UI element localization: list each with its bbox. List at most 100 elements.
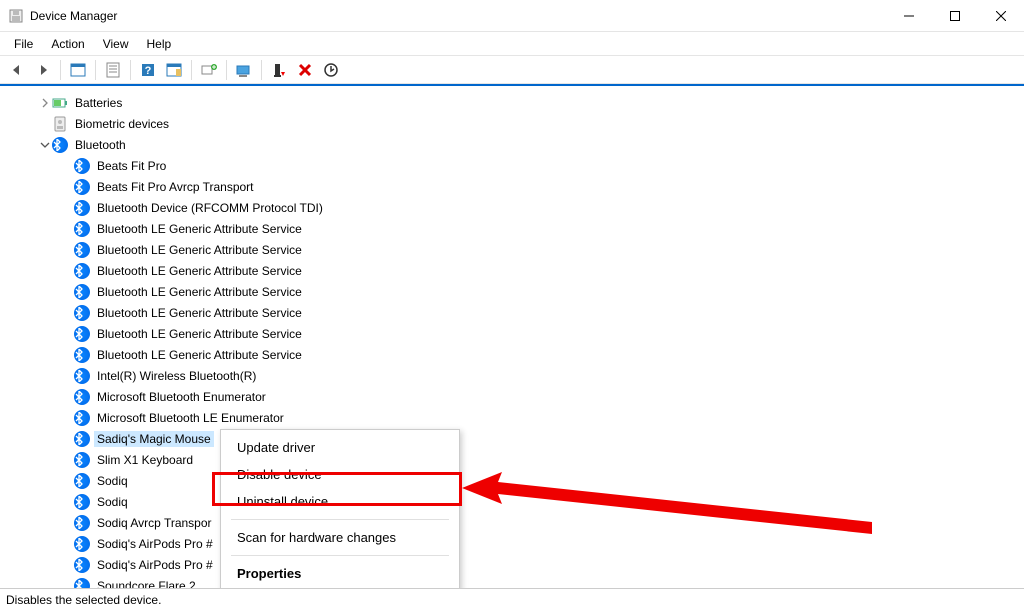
minimize-button[interactable]: [886, 0, 932, 32]
tree-device[interactable]: Sadiq's Magic Mouse: [10, 428, 1024, 449]
menu-action[interactable]: Action: [43, 35, 92, 53]
bluetooth-icon: [74, 326, 90, 342]
tree-device[interactable]: Bluetooth Device (RFCOMM Protocol TDI): [10, 197, 1024, 218]
bluetooth-icon: [74, 494, 90, 510]
tree-device[interactable]: Microsoft Bluetooth LE Enumerator: [10, 407, 1024, 428]
tree-device[interactable]: Bluetooth LE Generic Attribute Service: [10, 260, 1024, 281]
toolbar: ?: [0, 56, 1024, 84]
bluetooth-icon: [74, 389, 90, 405]
tree-device[interactable]: Bluetooth LE Generic Attribute Service: [10, 218, 1024, 239]
tree-device[interactable]: Sodiq Avrcp Transpor: [10, 512, 1024, 533]
context-menu-item[interactable]: Disable device: [221, 461, 459, 488]
tree-device-label: Sodiq Avrcp Transpor: [94, 515, 215, 531]
tree-device[interactable]: Bluetooth LE Generic Attribute Service: [10, 239, 1024, 260]
menu-view[interactable]: View: [95, 35, 137, 53]
tree-device-label: Bluetooth LE Generic Attribute Service: [94, 347, 305, 363]
disable-button[interactable]: [268, 59, 290, 81]
help-button[interactable]: ?: [137, 59, 159, 81]
tree-device[interactable]: Bluetooth LE Generic Attribute Service: [10, 344, 1024, 365]
window-controls: [886, 0, 1024, 32]
context-menu: Update driverDisable deviceUninstall dev…: [220, 429, 460, 588]
tree-device[interactable]: Bluetooth LE Generic Attribute Service: [10, 302, 1024, 323]
bluetooth-icon: [74, 221, 90, 237]
tree-device[interactable]: Sodiq: [10, 491, 1024, 512]
tree-device-label: Intel(R) Wireless Bluetooth(R): [94, 368, 259, 384]
bluetooth-icon: [74, 284, 90, 300]
bluetooth-icon: [74, 431, 90, 447]
bluetooth-icon: [74, 347, 90, 363]
tree-device[interactable]: Sodiq's AirPods Pro #: [10, 554, 1024, 575]
close-button[interactable]: [978, 0, 1024, 32]
tree-device-label: Microsoft Bluetooth Enumerator: [94, 389, 269, 405]
bluetooth-icon: [74, 515, 90, 531]
tree-device[interactable]: Sodiq's AirPods Pro #: [10, 533, 1024, 554]
tree-category[interactable]: Bluetooth: [10, 134, 1024, 155]
scan-button[interactable]: [198, 59, 220, 81]
bluetooth-icon: [52, 137, 68, 153]
maximize-button[interactable]: [932, 0, 978, 32]
tree-category[interactable]: Batteries: [10, 92, 1024, 113]
tree-device-label: Microsoft Bluetooth LE Enumerator: [94, 410, 287, 426]
tree-device-label: Sodiq's AirPods Pro #: [94, 557, 216, 573]
tree-device-label: Sodiq's AirPods Pro #: [94, 536, 216, 552]
chevron-right-icon[interactable]: [38, 98, 52, 108]
tree-device-label: Beats Fit Pro: [94, 158, 169, 174]
tree-device-label: Bluetooth LE Generic Attribute Service: [94, 263, 305, 279]
tree-device-label: Beats Fit Pro Avrcp Transport: [94, 179, 257, 195]
tree-category[interactable]: Biometric devices: [10, 113, 1024, 134]
enable-button[interactable]: [320, 59, 342, 81]
tree-device-label: Bluetooth LE Generic Attribute Service: [94, 326, 305, 342]
titlebar: Device Manager: [0, 0, 1024, 32]
tree-device-label: Sodiq: [94, 473, 131, 489]
bluetooth-icon: [74, 410, 90, 426]
device-tree[interactable]: Batteries Biometric devices Bluetooth Beats…: [0, 86, 1024, 588]
tree-category-label: Biometric devices: [72, 116, 172, 132]
uninstall-button[interactable]: [294, 59, 316, 81]
properties-button[interactable]: [102, 59, 124, 81]
back-button[interactable]: [6, 59, 28, 81]
forward-button[interactable]: [32, 59, 54, 81]
tree-device-label: Bluetooth LE Generic Attribute Service: [94, 284, 305, 300]
tree-device-label: Bluetooth LE Generic Attribute Service: [94, 221, 305, 237]
context-menu-item[interactable]: Update driver: [221, 434, 459, 461]
action-button[interactable]: [163, 59, 185, 81]
context-menu-item[interactable]: Properties: [221, 560, 459, 587]
update-driver-button[interactable]: [233, 59, 255, 81]
bluetooth-icon: [74, 200, 90, 216]
context-menu-item[interactable]: Uninstall device: [221, 488, 459, 515]
tree-device[interactable]: Bluetooth LE Generic Attribute Service: [10, 323, 1024, 344]
tree-device[interactable]: Microsoft Bluetooth Enumerator: [10, 386, 1024, 407]
menu-help[interactable]: Help: [139, 35, 180, 53]
context-menu-item[interactable]: Scan for hardware changes: [221, 524, 459, 551]
menubar: File Action View Help: [0, 32, 1024, 56]
status-text: Disables the selected device.: [6, 593, 161, 607]
svg-text:?: ?: [145, 65, 152, 77]
tree-device-label: Sodiq: [94, 494, 131, 510]
bluetooth-icon: [74, 473, 90, 489]
bluetooth-icon: [74, 179, 90, 195]
app-icon: [8, 8, 24, 24]
tree-category-label: Bluetooth: [72, 137, 129, 153]
battery-icon: [52, 95, 68, 111]
content-area: Batteries Biometric devices Bluetooth Beats…: [0, 84, 1024, 588]
tree-device[interactable]: Beats Fit Pro: [10, 155, 1024, 176]
bluetooth-icon: [74, 242, 90, 258]
tree-device[interactable]: Intel(R) Wireless Bluetooth(R): [10, 365, 1024, 386]
show-hidden-button[interactable]: [67, 59, 89, 81]
tree-device[interactable]: Beats Fit Pro Avrcp Transport: [10, 176, 1024, 197]
tree-device[interactable]: Slim X1 Keyboard: [10, 449, 1024, 470]
bluetooth-icon: [74, 452, 90, 468]
bluetooth-icon: [74, 158, 90, 174]
tree-device-label: Bluetooth LE Generic Attribute Service: [94, 305, 305, 321]
bluetooth-icon: [74, 263, 90, 279]
biometric-icon: [52, 116, 68, 132]
bluetooth-icon: [74, 557, 90, 573]
tree-device[interactable]: Sodiq: [10, 470, 1024, 491]
tree-device-label: Bluetooth Device (RFCOMM Protocol TDI): [94, 200, 326, 216]
context-menu-separator: [231, 519, 449, 520]
tree-device[interactable]: Soundcore Flare 2: [10, 575, 1024, 588]
chevron-down-icon[interactable]: [38, 140, 52, 150]
menu-file[interactable]: File: [6, 35, 41, 53]
tree-device-label: Bluetooth LE Generic Attribute Service: [94, 242, 305, 258]
tree-device[interactable]: Bluetooth LE Generic Attribute Service: [10, 281, 1024, 302]
